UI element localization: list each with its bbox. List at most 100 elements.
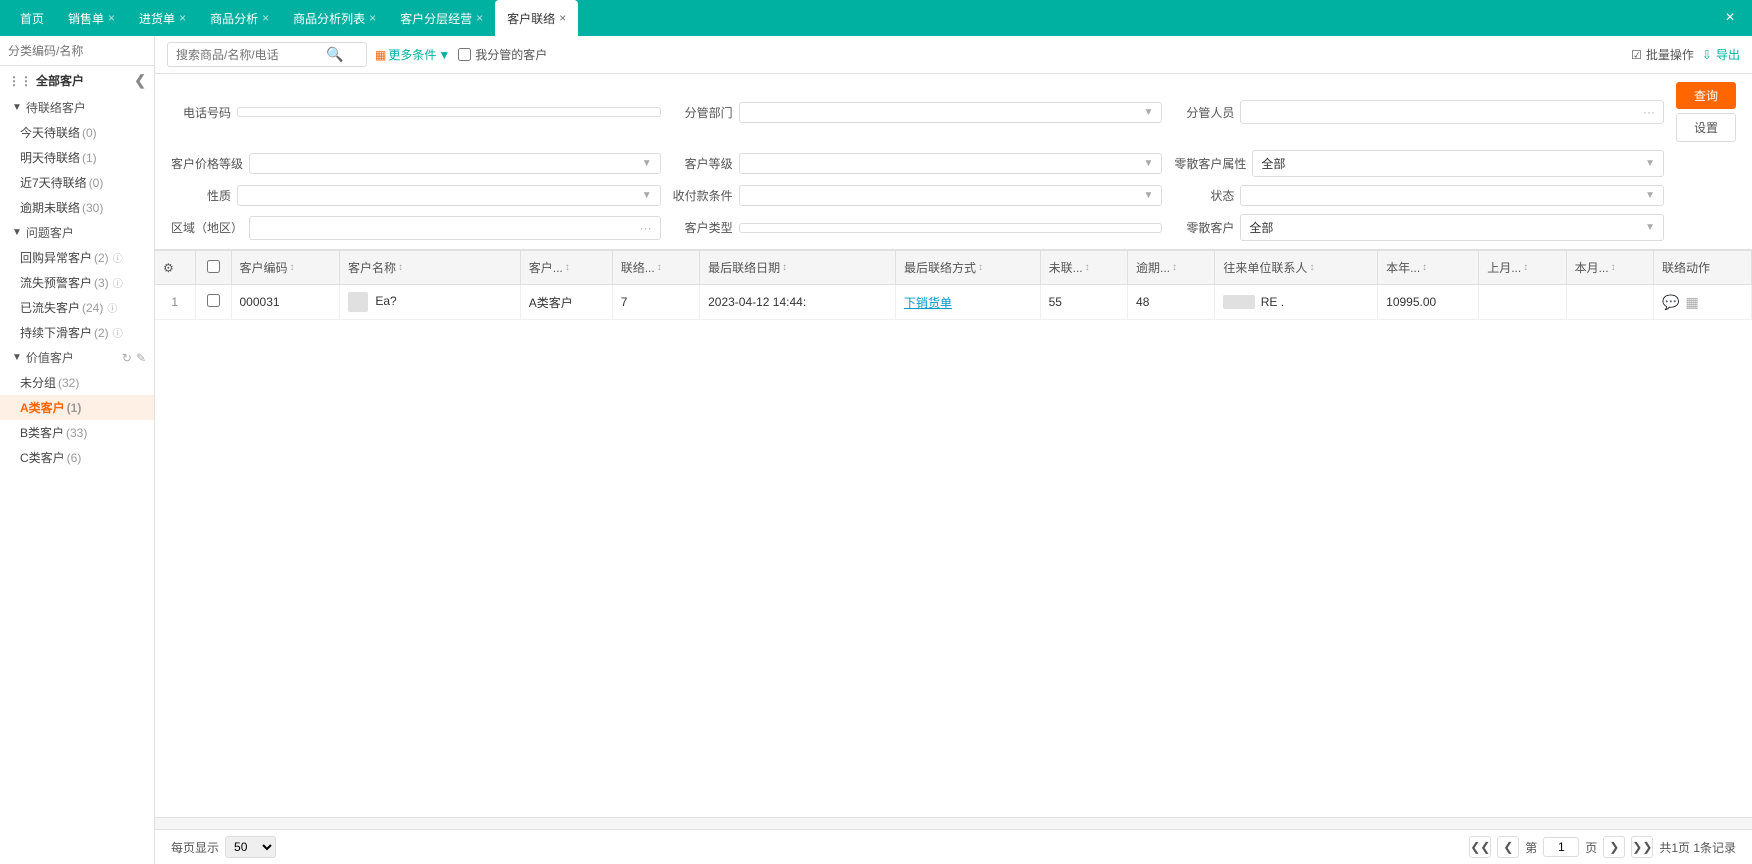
th-code[interactable]: 客户编码 ↕ — [231, 251, 339, 285]
nav-purchase-close[interactable]: × — [179, 11, 186, 25]
th-type[interactable]: 客户... ↕ — [520, 251, 612, 285]
retail-attr-select[interactable]: 全部 ▼ — [1252, 150, 1664, 177]
th-no-contact[interactable]: 未联... ↕ — [1040, 251, 1127, 285]
filter-search-icon[interactable]: 🔍 — [326, 46, 343, 63]
row-checkbox[interactable] — [207, 294, 220, 307]
filter-search-input[interactable] — [176, 48, 326, 62]
edit-icon[interactable]: ✎ — [136, 351, 146, 365]
nav-sales-close[interactable]: × — [108, 11, 115, 25]
qr-icon[interactable]: ▦ — [1685, 294, 1698, 311]
th-checkbox[interactable] — [195, 251, 231, 285]
nav-home-label: 首页 — [20, 10, 44, 27]
nav-goods-list[interactable]: 商品分析列表 × — [281, 0, 388, 36]
next-page-btn[interactable]: ❯ — [1603, 836, 1625, 858]
page-input[interactable] — [1543, 837, 1579, 857]
per-page-select[interactable]: 50 100 200 — [225, 836, 276, 858]
sidebar-search-input[interactable] — [8, 44, 155, 58]
sidebar-item-repurchase[interactable]: 回购异常客户 (2) ⓘ — [0, 245, 154, 270]
customer-level-select[interactable]: ▼ — [739, 153, 1163, 174]
sidebar-item-class-b[interactable]: B类客户 (33) — [0, 420, 154, 445]
class-c-label: C类客户 — [20, 449, 65, 466]
nav-goods-analysis-close[interactable]: × — [262, 11, 269, 25]
sidebar: 🔍 ⋮⋮ 全部客户 ❮ ▼ 待联络客户 今天待联络 (0) 明天待联络 (1) … — [0, 36, 155, 864]
row-last-way[interactable]: 下销货单 — [895, 285, 1040, 320]
sidebar-item-class-c[interactable]: C类客户 (6) — [0, 445, 154, 470]
th-last-month[interactable]: 上月... ↕ — [1479, 251, 1566, 285]
retail-select[interactable]: 全部 ▼ — [1240, 214, 1664, 241]
name-sort-icon: ↕ — [398, 262, 403, 273]
query-button[interactable]: 查询 — [1676, 82, 1736, 109]
refresh-icon[interactable]: ↻ — [122, 351, 132, 365]
table-footer: 每页显示 50 100 200 ❮❮ ❮ 第 页 ❯ ❯❯ 共1页 1条记录 — [155, 829, 1752, 864]
sidebar-item-unclassified[interactable]: 未分组 (32) — [0, 370, 154, 395]
last-page-btn[interactable]: ❯❯ — [1631, 836, 1653, 858]
first-page-btn[interactable]: ❮❮ — [1469, 836, 1491, 858]
th-last-date[interactable]: 最后联络日期 ↕ — [700, 251, 896, 285]
th-unit-contact[interactable]: 往来单位联系人 ↕ — [1215, 251, 1378, 285]
sidebar-item-tomorrow[interactable]: 明天待联络 (1) — [0, 145, 154, 170]
my-customers-checkbox[interactable]: 我分管的客户 — [458, 46, 547, 63]
payment-select[interactable]: ▼ — [739, 185, 1163, 206]
nav-goods-list-close[interactable]: × — [369, 11, 376, 25]
nav-customer-contact-close[interactable]: × — [559, 11, 566, 25]
nav-customer-tier-close[interactable]: × — [476, 11, 483, 25]
settings-button[interactable]: 设置 — [1676, 113, 1736, 142]
filter-bar: 🔍 ▦ 更多条件 ▼ 我分管的客户 ☑ 批量操作 ⇩ 导出 — [155, 36, 1752, 74]
export-btn[interactable]: ⇩ 导出 — [1702, 46, 1740, 63]
problem-group[interactable]: ▼ 问题客户 — [0, 220, 154, 245]
sidebar-item-today[interactable]: 今天待联络 (0) — [0, 120, 154, 145]
unclassified-count: (32) — [58, 376, 79, 390]
sidebar-item-churned[interactable]: 已流失客户 (24) ⓘ — [0, 295, 154, 320]
th-overdue[interactable]: 逾期... ↕ — [1128, 251, 1215, 285]
sidebar-search-box[interactable]: 🔍 — [0, 36, 154, 66]
nav-customer-contact[interactable]: 客户联络 × — [495, 0, 578, 36]
dept-select[interactable]: ▼ — [739, 102, 1163, 123]
nav-goods-analysis[interactable]: 商品分析 × — [198, 0, 281, 36]
status-select[interactable]: ▼ — [1240, 185, 1664, 206]
sidebar-item-churn-warning[interactable]: 流失预警客户 (3) ⓘ — [0, 270, 154, 295]
horizontal-scrollbar[interactable] — [155, 817, 1752, 829]
more-conditions-btn[interactable]: ▦ 更多条件 ▼ — [375, 46, 450, 63]
nav-customer-tier[interactable]: 客户分层经营 × — [388, 0, 495, 36]
th-name[interactable]: 客户名称 ↕ — [339, 251, 520, 285]
chat-icon[interactable]: 💬 — [1662, 294, 1679, 311]
nav-sales[interactable]: 销售单 × — [56, 0, 127, 36]
phone-input[interactable] — [237, 107, 661, 117]
window-close-btn[interactable]: × — [1716, 4, 1744, 32]
th-this-year[interactable]: 本年... ↕ — [1378, 251, 1479, 285]
total-records: 共1页 1条记录 — [1659, 839, 1736, 856]
type-sort-icon: ↕ — [565, 262, 570, 273]
sidebar-item-overdue[interactable]: 逾期未联络 (30) — [0, 195, 154, 220]
last-way-link[interactable]: 下销货单 — [904, 296, 952, 310]
th-settings[interactable]: ⚙ — [155, 251, 195, 285]
retail-label: 零散客户 — [1174, 219, 1234, 236]
prev-page-btn[interactable]: ❮ — [1497, 836, 1519, 858]
th-this-month[interactable]: 本月... ↕ — [1566, 251, 1653, 285]
filter-search-box[interactable]: 🔍 — [167, 42, 367, 67]
th-contact[interactable]: 联络... ↕ — [612, 251, 699, 285]
customer-type-input[interactable] — [739, 223, 1163, 233]
declining-info-icon: ⓘ — [113, 325, 123, 340]
select-all-checkbox[interactable] — [207, 260, 220, 273]
row-last-date: 2023-04-12 14:44: — [700, 285, 896, 320]
value-group-row[interactable]: ▼ 价值客户 ↻ ✎ — [0, 345, 154, 370]
collapse-icon[interactable]: ❮ — [134, 72, 146, 89]
data-table-container: ⚙ 客户编码 ↕ 客户名称 — [155, 250, 1752, 817]
row-checkbox-cell[interactable] — [195, 285, 231, 320]
nav-home[interactable]: 首页 — [8, 0, 56, 36]
row-name: Ea? — [339, 285, 520, 320]
all-customers-header[interactable]: ⋮⋮ 全部客户 ❮ — [0, 66, 154, 95]
sidebar-item-class-a[interactable]: A类客户 (1) — [0, 395, 154, 420]
region-select[interactable]: ··· — [249, 216, 661, 240]
nature-select[interactable]: ▼ — [237, 185, 661, 206]
my-customers-check[interactable] — [458, 48, 471, 61]
sidebar-item-7days[interactable]: 近7天待联络 (0) — [0, 170, 154, 195]
price-level-select[interactable]: ▼ — [249, 153, 661, 174]
sidebar-item-declining[interactable]: 持续下滑客户 (2) ⓘ — [0, 320, 154, 345]
batch-ops-btn[interactable]: ☑ 批量操作 — [1631, 46, 1694, 63]
churned-label: 已流失客户 — [20, 299, 80, 316]
nav-purchase[interactable]: 进货单 × — [127, 0, 198, 36]
th-last-way[interactable]: 最后联络方式 ↕ — [895, 251, 1040, 285]
pending-group[interactable]: ▼ 待联络客户 — [0, 95, 154, 120]
person-input[interactable]: ··· — [1240, 100, 1664, 124]
